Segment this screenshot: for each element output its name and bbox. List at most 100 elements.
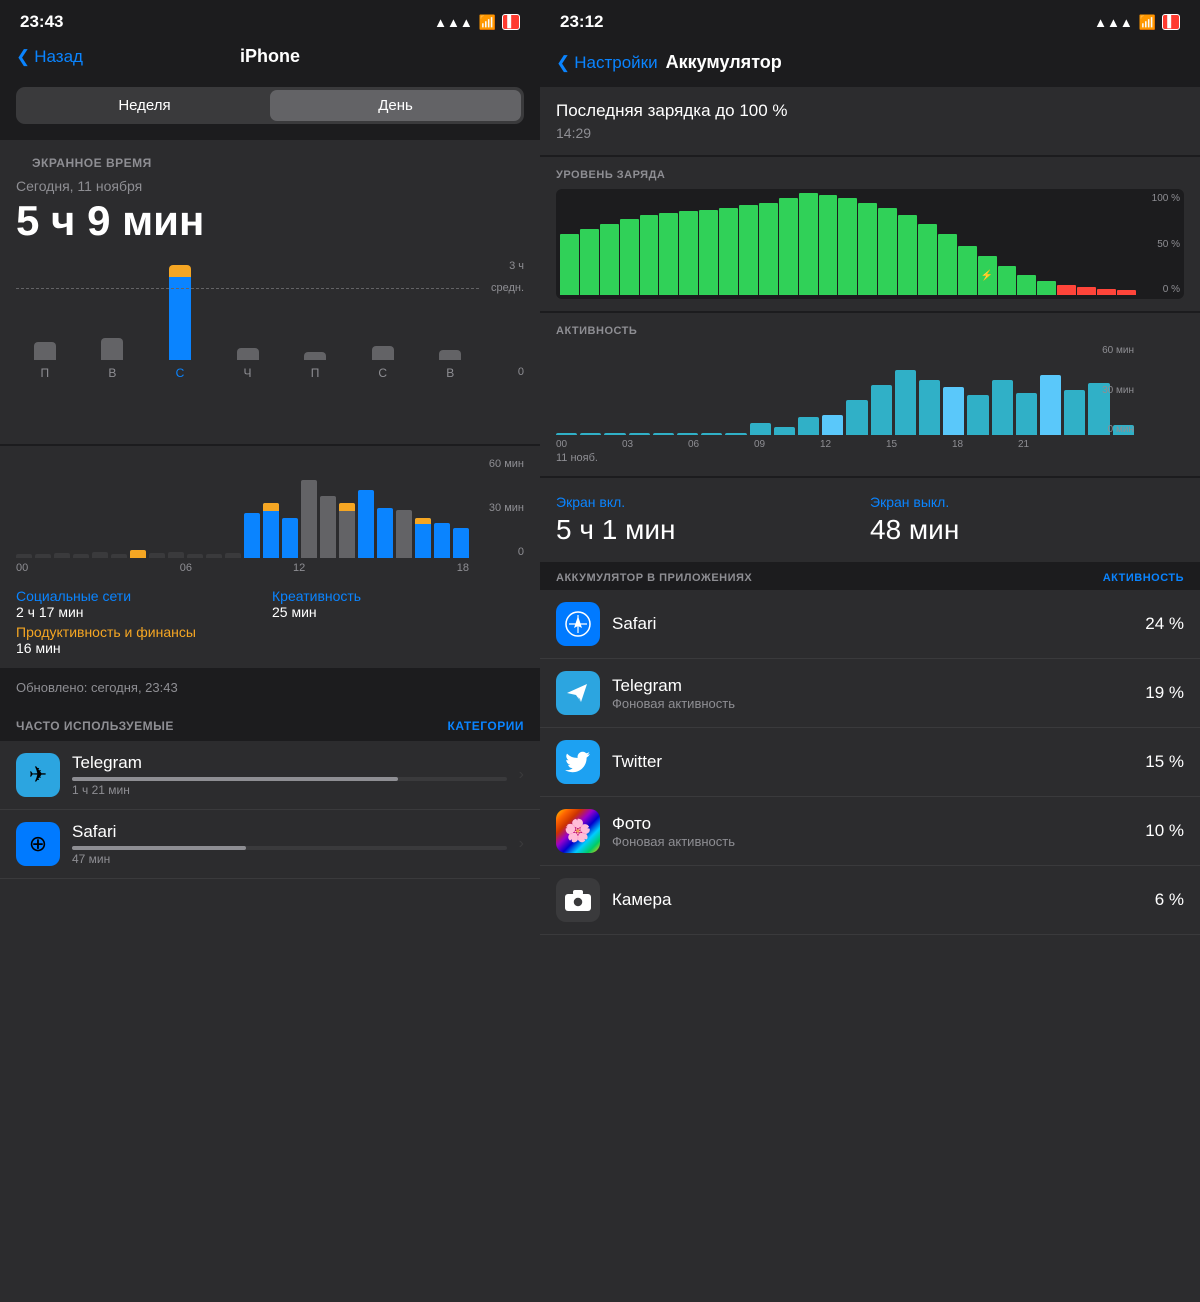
bat-y-50: 50 % [1136, 239, 1180, 250]
week-bar-6 [439, 350, 461, 360]
categories-button[interactable]: КАТЕГОРИИ [448, 719, 524, 733]
hour-x-0: 00 [16, 562, 129, 574]
telegram-bat-sub: Фоновая активность [612, 696, 1133, 711]
category-stats: Социальные сети 2 ч 17 мин Креативность … [16, 588, 524, 656]
cat-item-0: Социальные сети 2 ч 17 мин [16, 588, 268, 620]
safari-bar-container [72, 846, 507, 850]
act-bar-4 [653, 433, 674, 435]
right-chevron-left-icon: ❮ [556, 53, 570, 73]
battery-app-item-twitter[interactable]: Twitter 15 % [540, 728, 1200, 797]
screen-on-value: 5 ч 1 мин [556, 514, 870, 546]
left-back-button[interactable]: ❮ Назад [16, 47, 83, 67]
week-bar-5 [372, 346, 394, 360]
act-bar-11 [822, 415, 843, 435]
cat-item-2: Продуктивность и финансы 16 мин [16, 624, 524, 656]
hour-bar-3 [73, 554, 89, 558]
act-y-labels: 60 мин 30 мин 0 мин [1086, 345, 1134, 435]
hour-bar-15 [301, 480, 317, 558]
seg-day[interactable]: День [270, 90, 521, 121]
right-status-time: 23:12 [560, 12, 603, 32]
hour-bar-20 [396, 510, 412, 558]
act-bar-21 [1064, 390, 1085, 435]
bat-bar-27 [1097, 289, 1116, 295]
week-bar-3 [237, 348, 259, 360]
battery-app-item-camera[interactable]: Камера 6 % [540, 866, 1200, 935]
right-back-button[interactable]: ❮ Настройки [556, 53, 658, 73]
app-battery-header: АККУМУЛЯТОР В ПРИЛОЖЕНИЯХ АКТИВНОСТЬ [540, 562, 1200, 590]
hour-x-2: 12 [243, 562, 356, 574]
week-day-label-2: С [176, 366, 185, 380]
hour-bar-17 [339, 503, 355, 558]
bat-bar-11 [779, 198, 798, 295]
photos-bat-icon: 🌸 [556, 809, 600, 853]
cat-item-1: Креативность 25 мин [272, 588, 524, 620]
hour-bar-19 [377, 508, 393, 558]
act-x-3: 09 [754, 439, 820, 450]
act-bar-19 [1016, 393, 1037, 435]
hour-x-3: 18 [356, 562, 469, 574]
bat-bar-23 [1017, 275, 1036, 295]
hour-bar-14 [282, 518, 298, 558]
act-bar-10 [798, 417, 819, 435]
week-day-label-5: С [378, 366, 387, 380]
chevron-left-icon: ❮ [16, 47, 30, 67]
hour-chart-area: 60 мин 30 мин 0 [16, 458, 524, 558]
cat-name-0: Социальные сети [16, 588, 268, 604]
camera-bat-name: Камера [612, 890, 1143, 910]
bat-bar-15 [858, 203, 877, 295]
telegram-name: Telegram [72, 753, 507, 773]
battery-app-item-safari[interactable]: Safari 24 % [540, 590, 1200, 659]
bat-bar-19 [938, 234, 957, 295]
often-section-header: ЧАСТО ИСПОЛЬЗУЕМЫЕ КАТЕГОРИИ [0, 707, 540, 741]
bat-y-labels: 100 % 50 % 0 % [1136, 193, 1180, 295]
hour-bar-21 [415, 518, 431, 558]
hour-y-labels: 60 мин 30 мин 0 [472, 458, 524, 558]
right-signal-icon: ▲▲▲ [1094, 15, 1133, 30]
week-bar-group-3: Ч [219, 348, 277, 380]
safari-time: 47 мин [72, 852, 507, 866]
battery-app-item-telegram[interactable]: Telegram Фоновая активность 19 % [540, 659, 1200, 728]
week-bar-group-2: С [151, 265, 209, 380]
cat-time-2: 16 мин [16, 640, 524, 656]
activity-chart-section: АКТИВНОСТЬ [540, 313, 1200, 476]
screen-time-section: ЭКРАННОЕ ВРЕМЯ Сегодня, 11 ноября 5 ч 9 … [0, 140, 540, 444]
app-list: ✈ Telegram 1 ч 21 мин › ⊕ Safari 47 мин … [0, 741, 540, 1302]
right-nav-bar: ❮ Настройки Аккумулятор [540, 40, 1200, 79]
hour-bar-4 [92, 552, 108, 558]
list-item-telegram[interactable]: ✈ Telegram 1 ч 21 мин › [0, 741, 540, 810]
safari-name: Safari [72, 822, 507, 842]
telegram-icon: ✈ [16, 753, 60, 797]
hour-bar-2 [54, 553, 70, 558]
right-back-label: Настройки [574, 53, 657, 73]
list-item-safari[interactable]: ⊕ Safari 47 мин › [0, 810, 540, 879]
act-bar-5 [677, 433, 698, 435]
right-wifi-icon: 📶 [1139, 14, 1156, 31]
app-battery-label: АККУМУЛЯТОР В ПРИЛОЖЕНИЯХ [556, 572, 752, 584]
act-bar-18 [992, 380, 1013, 435]
act-bar-9 [774, 427, 795, 435]
bat-bar-0 [560, 234, 579, 295]
safari-bat-name: Safari [612, 614, 1133, 634]
seg-week[interactable]: Неделя [19, 90, 270, 121]
segment-control: Неделя День [16, 87, 524, 124]
week-bar-chart: средн. П В С [16, 260, 524, 420]
week-chart-area: П В С Ч [16, 260, 524, 380]
act-bar-0 [556, 433, 577, 435]
hour-bar-10 [206, 554, 222, 558]
hour-bar-13 [263, 503, 279, 558]
week-bar-group-1: В [84, 338, 142, 380]
act-x-6: 18 [952, 439, 1018, 450]
act-x-7: 21 [1018, 439, 1084, 450]
bat-bar-17 [898, 215, 917, 295]
safari-bar-fill [72, 846, 246, 850]
hour-bar-6 [130, 550, 146, 558]
hour-bar-12 [244, 513, 260, 558]
act-x-4: 12 [820, 439, 886, 450]
hour-bar-0 [16, 554, 32, 558]
bat-y-0: 0 % [1136, 284, 1180, 295]
act-bar-2 [604, 433, 625, 435]
bat-bar-14 [838, 198, 857, 295]
battery-app-item-photos[interactable]: 🌸 Фото Фоновая активность 10 % [540, 797, 1200, 866]
battery-charge-title: Последняя зарядка до 100 % [556, 101, 1184, 121]
activity-toggle[interactable]: АКТИВНОСТЬ [1103, 572, 1184, 584]
